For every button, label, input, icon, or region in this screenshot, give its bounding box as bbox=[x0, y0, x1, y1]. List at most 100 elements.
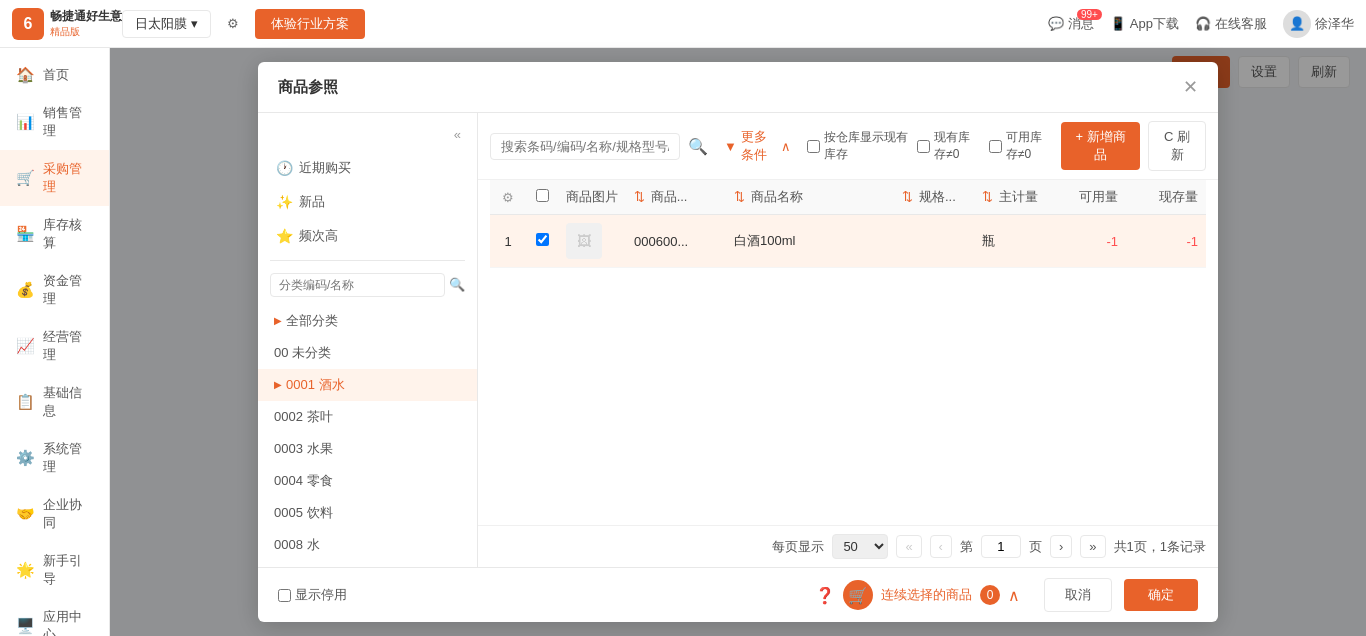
cancel-button[interactable]: 取消 bbox=[1044, 578, 1112, 612]
toolbar-row: 🔍 ▼ 更多条件 ∧ 按仓库显示现有库存 bbox=[478, 113, 1218, 180]
add-product-button[interactable]: + 新增商品 bbox=[1061, 122, 1140, 170]
nav-customer-service[interactable]: 🎧 在线客服 bbox=[1195, 15, 1267, 33]
filter-icon: ▼ bbox=[724, 139, 737, 154]
sort-icon-spec[interactable]: ⇅ bbox=[902, 189, 913, 204]
checkbox-show-stock-input[interactable] bbox=[807, 140, 820, 153]
checkbox-nonzero-stock-input[interactable] bbox=[917, 140, 930, 153]
right-panel: 🔍 ▼ 更多条件 ∧ 按仓库显示现有库存 bbox=[478, 113, 1218, 567]
select-all-checkbox[interactable] bbox=[536, 189, 549, 202]
checkbox-show-stock[interactable]: 按仓库显示现有库存 bbox=[807, 129, 909, 163]
operation-icon: 📈 bbox=[16, 337, 35, 355]
product-reference-modal: 商品参照 ✕ « 🕐 近期购买 bbox=[258, 62, 1218, 622]
page-size-select[interactable]: 50 10 20 100 bbox=[832, 534, 888, 559]
sort-icon-unit[interactable]: ⇅ bbox=[982, 189, 993, 204]
logo: 6 畅捷通好生意 精品版 bbox=[12, 8, 122, 40]
show-disabled-checkbox[interactable]: 显示停用 bbox=[278, 586, 347, 604]
product-search-input[interactable] bbox=[490, 133, 680, 160]
tab-new-products[interactable]: ✨ 新品 bbox=[266, 186, 469, 218]
sidebar-item-system[interactable]: ⚙️ 系统管理 bbox=[0, 430, 109, 486]
sidebar-item-apps[interactable]: 🖥️ 应用中心 bbox=[0, 598, 109, 636]
sort-icon-code[interactable]: ⇅ bbox=[634, 189, 645, 204]
refresh-button[interactable]: C 刷新 bbox=[1148, 121, 1206, 171]
category-tree: ▶ 全部分类 00 未分类 ▶ 0001 酒水 0002 茶 bbox=[258, 301, 477, 559]
page-number-input[interactable] bbox=[981, 535, 1021, 558]
sidebar-item-home[interactable]: 🏠 首页 bbox=[0, 56, 109, 94]
experience-button[interactable]: 体验行业方案 bbox=[255, 9, 365, 39]
sidebar-item-operation[interactable]: 📈 经营管理 bbox=[0, 318, 109, 374]
table-settings-icon[interactable]: ⚙ bbox=[502, 190, 514, 205]
modal-footer: 显示停用 ❓ 🛒 连续选择的商品 0 ∧ 取消 确定 bbox=[258, 567, 1218, 622]
category-search-row: 🔍 bbox=[258, 269, 477, 301]
guide-icon: 🌟 bbox=[16, 561, 35, 579]
category-search-input[interactable] bbox=[270, 273, 445, 297]
checkbox-nonzero-stock[interactable]: 现有库存≠0 bbox=[917, 129, 981, 163]
row-name: 白酒100ml bbox=[726, 215, 894, 268]
clock-icon: 🕐 bbox=[276, 160, 293, 176]
tree-item-tea[interactable]: 0002 茶叶 bbox=[258, 401, 477, 433]
row-unit: 瓶 bbox=[974, 215, 1046, 268]
table-wrapper: ⚙ 商品图片 bbox=[478, 180, 1218, 525]
modal-close-button[interactable]: ✕ bbox=[1183, 76, 1198, 98]
cart-collapse-icon[interactable]: ∧ bbox=[1008, 586, 1020, 605]
cart-count-badge: 0 bbox=[980, 585, 1000, 605]
message-icon: 💬 bbox=[1048, 16, 1064, 31]
tree-item-uncategorized[interactable]: 00 未分类 bbox=[258, 337, 477, 369]
pagination-row: 每页显示 50 10 20 100 « ‹ 第 页 bbox=[478, 525, 1218, 567]
checkbox-nonzero-available-input[interactable] bbox=[989, 140, 1002, 153]
row-code: 000600... bbox=[626, 215, 726, 268]
tree-item-snacks[interactable]: 0004 零食 bbox=[258, 465, 477, 497]
sidebar-item-sales[interactable]: 📊 销售管理 bbox=[0, 94, 109, 150]
help-icon[interactable]: ❓ bbox=[815, 586, 835, 605]
search-icon[interactable]: 🔍 bbox=[449, 277, 465, 292]
modal-body: « 🕐 近期购买 ✨ 新品 ⭐ bbox=[258, 113, 1218, 567]
last-page-button[interactable]: » bbox=[1080, 535, 1105, 558]
nav-app-download[interactable]: 📱 App下载 bbox=[1110, 15, 1179, 33]
sort-icon-name[interactable]: ⇅ bbox=[734, 189, 745, 204]
nav-dropdown[interactable]: 日太阳膜 ▾ bbox=[122, 10, 211, 38]
checkbox-nonzero-available[interactable]: 可用库存≠0 bbox=[989, 129, 1053, 163]
sidebar-item-purchase[interactable]: 🛒 采购管理 bbox=[0, 150, 109, 206]
cart-section[interactable]: ❓ 🛒 连续选择的商品 0 ∧ bbox=[815, 580, 1020, 610]
tab-frequent[interactable]: ⭐ 频次高 bbox=[266, 220, 469, 252]
table-row[interactable]: 1 🖼 bbox=[490, 215, 1206, 268]
tree-item-alcohol[interactable]: ▶ 0001 酒水 bbox=[258, 369, 477, 401]
modal-header: 商品参照 ✕ bbox=[258, 62, 1218, 113]
next-page-button[interactable]: › bbox=[1050, 535, 1072, 558]
sidebar: 🏠 首页 📊 销售管理 🛒 采购管理 🏪 库存核算 💰 资金管理 📈 经营管理 … bbox=[0, 48, 110, 636]
filter-button[interactable]: ▼ 更多条件 ∧ bbox=[716, 124, 799, 168]
nav-user[interactable]: 👤 徐泽华 bbox=[1283, 10, 1354, 38]
main-content: 查询 设置 刷新 商品参照 ✕ « bbox=[110, 48, 1366, 636]
basic-icon: 📋 bbox=[16, 393, 35, 411]
sidebar-item-inventory[interactable]: 🏪 库存核算 bbox=[0, 206, 109, 262]
finance-icon: 💰 bbox=[16, 281, 35, 299]
phone-icon: 📱 bbox=[1110, 16, 1126, 31]
sidebar-item-guide[interactable]: 🌟 新手引导 bbox=[0, 542, 109, 598]
col-unit-header: ⇅ 主计量 bbox=[974, 180, 1046, 215]
tree-item-water[interactable]: 0008 水 bbox=[258, 529, 477, 559]
show-disabled-input[interactable] bbox=[278, 589, 291, 602]
nav-messages[interactable]: 💬 消息 99+ bbox=[1048, 15, 1094, 33]
sidebar-item-basic[interactable]: 📋 基础信息 bbox=[0, 374, 109, 430]
nav-center: 日太阳膜 ▾ ⚙ 体验行业方案 bbox=[122, 9, 1048, 39]
layout: 🏠 首页 📊 销售管理 🛒 采购管理 🏪 库存核算 💰 资金管理 📈 经营管理 … bbox=[0, 48, 1366, 636]
image-placeholder-icon: 🖼 bbox=[577, 233, 591, 249]
tab-recent-purchase[interactable]: 🕐 近期购买 bbox=[266, 152, 469, 184]
nav-gear-icon[interactable]: ⚙ bbox=[219, 12, 247, 35]
row-checkbox-input[interactable] bbox=[536, 233, 549, 246]
sidebar-item-finance[interactable]: 💰 资金管理 bbox=[0, 262, 109, 318]
left-divider bbox=[270, 260, 465, 261]
tree-item-all[interactable]: ▶ 全部分类 bbox=[258, 305, 477, 337]
collapse-left-button[interactable]: « bbox=[446, 121, 469, 148]
arrow-icon-alcohol: ▶ bbox=[274, 379, 282, 390]
tree-item-fruit[interactable]: 0003 水果 bbox=[258, 433, 477, 465]
system-icon: ⚙️ bbox=[16, 449, 35, 467]
table-header-row: ⚙ 商品图片 bbox=[490, 180, 1206, 215]
product-search-button[interactable]: 🔍 bbox=[688, 137, 708, 156]
first-page-button[interactable]: « bbox=[896, 535, 921, 558]
tree-item-drinks[interactable]: 0005 饮料 bbox=[258, 497, 477, 529]
confirm-button[interactable]: 确定 bbox=[1124, 579, 1198, 611]
cart-icon[interactable]: 🛒 bbox=[843, 580, 873, 610]
user-icon: 👤 bbox=[1289, 16, 1305, 31]
sidebar-item-enterprise[interactable]: 🤝 企业协同 bbox=[0, 486, 109, 542]
prev-page-button[interactable]: ‹ bbox=[930, 535, 952, 558]
